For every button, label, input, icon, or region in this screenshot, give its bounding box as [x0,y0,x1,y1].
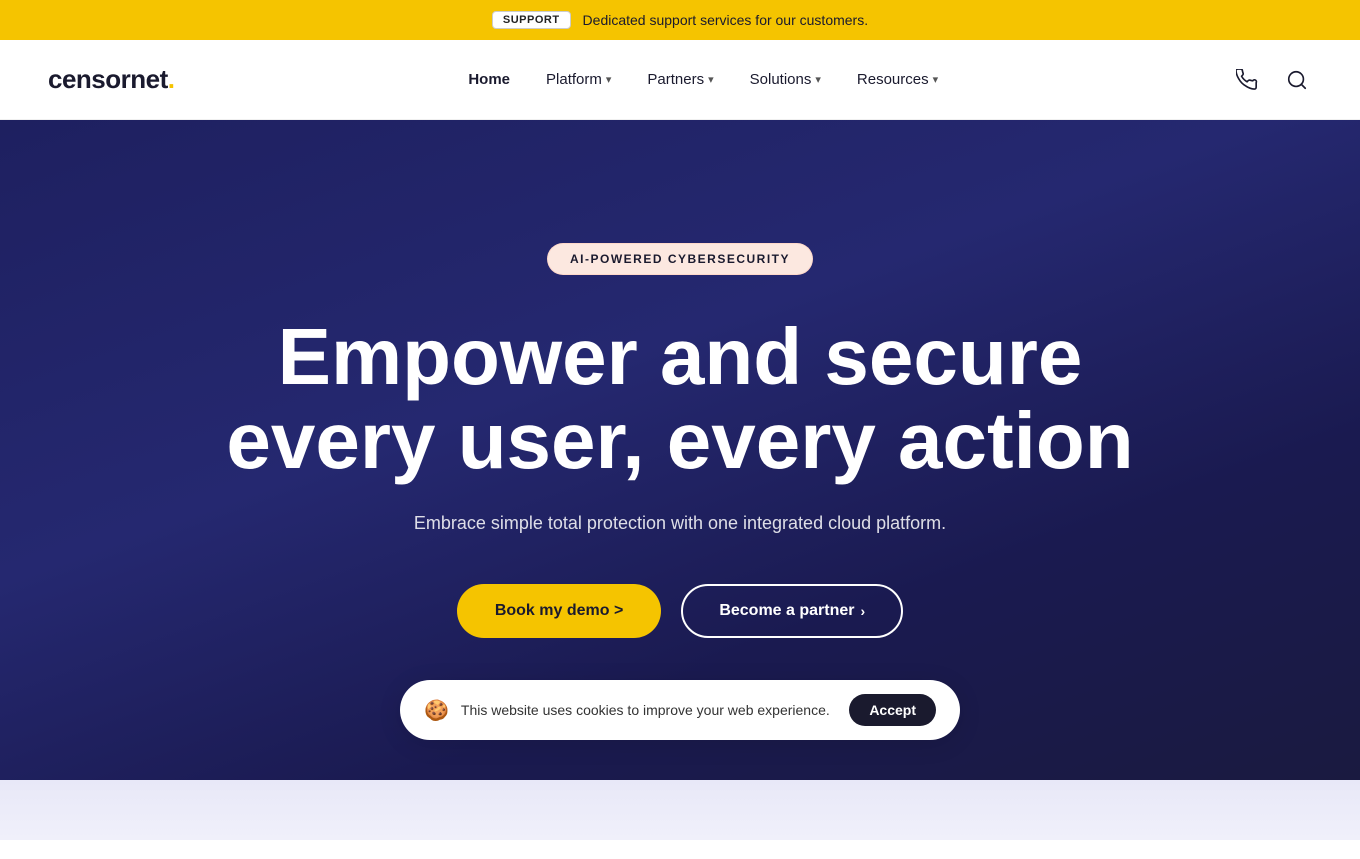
logo-text: censornet [48,64,168,94]
search-button[interactable] [1282,65,1312,95]
nav-icons [1232,65,1312,95]
nav-links: Home Platform ▾ Partners ▾ Solutions ▾ R… [468,71,938,88]
hero-title-and: and [660,312,824,401]
hero-title-secure: secure [824,315,1082,399]
hero-title-line2: every user, every action [226,396,1133,485]
hero-badge: AI-POWERED CYBERSECURITY [547,243,813,275]
cookie-accept-button[interactable]: Accept [849,694,936,726]
support-badge: SUPPORT [492,11,571,29]
banner-text: Dedicated support services for our custo… [583,12,869,28]
logo-dot: . [168,64,175,94]
chevron-down-icon: ▾ [933,73,939,86]
hero-buttons: Book my demo > Become a partner › [457,584,903,638]
chevron-down-icon: ▾ [815,73,821,86]
nav-item-platform[interactable]: Platform ▾ [546,71,611,88]
hero-subtitle: Embrace simple total protection with one… [414,513,946,534]
nav-link-solutions[interactable]: Solutions ▾ [750,71,821,88]
hero-title: Empower and secure every user, every act… [226,315,1133,483]
partner-arrow-icon: › [860,603,865,619]
nav-item-partners[interactable]: Partners ▾ [647,71,713,88]
search-icon [1286,69,1308,91]
phone-button[interactable] [1232,65,1262,95]
chevron-down-icon: ▾ [708,73,714,86]
nav-item-resources[interactable]: Resources ▾ [857,71,938,88]
navbar: censornet. Home Platform ▾ Partners ▾ So… [0,40,1360,120]
hero-title-empower: Empower [278,315,638,399]
bottom-fade [0,780,1360,840]
logo[interactable]: censornet. [48,64,175,95]
nav-link-home[interactable]: Home [468,71,510,88]
cookie-text: This website uses cookies to improve you… [461,702,837,718]
cookie-icon: 🍪 [424,698,449,723]
top-banner: SUPPORT Dedicated support services for o… [0,0,1360,40]
nav-link-resources[interactable]: Resources ▾ [857,71,938,88]
become-partner-button[interactable]: Become a partner › [681,584,903,638]
nav-link-platform[interactable]: Platform ▾ [546,71,611,88]
become-partner-label: Become a partner [719,602,854,620]
chevron-down-icon: ▾ [606,73,612,86]
hero-section: AI-POWERED CYBERSECURITY Empower and sec… [0,120,1360,780]
nav-item-home[interactable]: Home [468,71,510,88]
phone-icon [1236,69,1258,91]
cookie-banner: 🍪 This website uses cookies to improve y… [400,680,960,740]
nav-link-partners[interactable]: Partners ▾ [647,71,713,88]
nav-item-solutions[interactable]: Solutions ▾ [750,71,821,88]
book-demo-button[interactable]: Book my demo > [457,584,661,638]
